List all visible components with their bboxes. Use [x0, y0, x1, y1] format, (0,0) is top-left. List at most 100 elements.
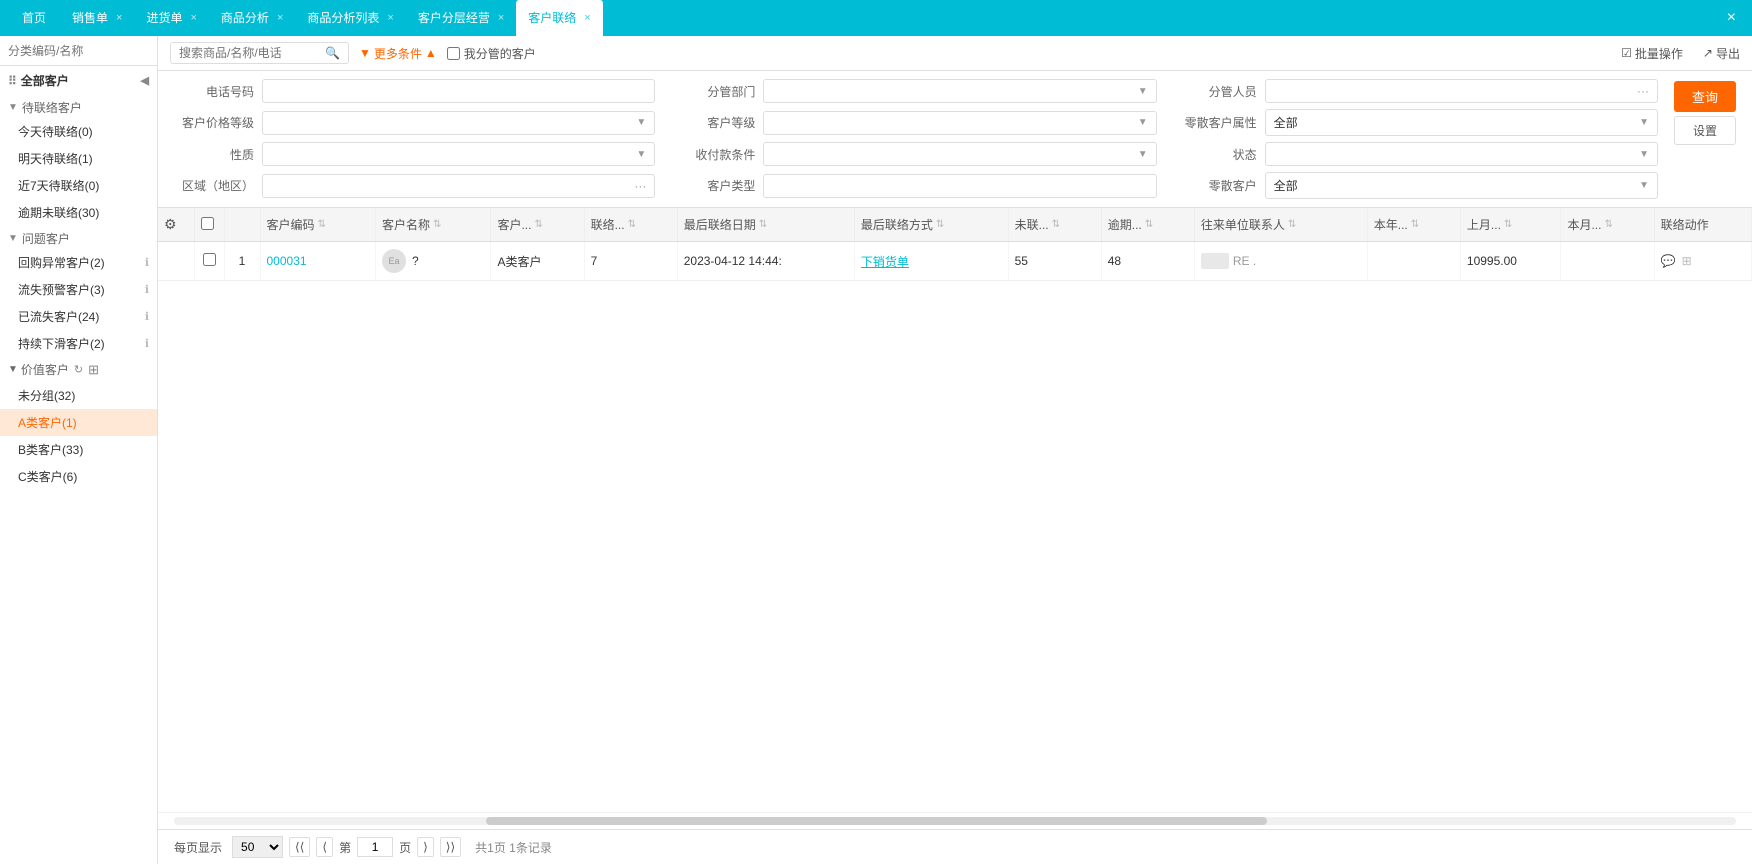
- my-customers-checkbox[interactable]: [447, 47, 460, 60]
- sort-unit-icon[interactable]: ⇅: [1288, 219, 1296, 230]
- sort-method-icon[interactable]: ⇅: [936, 219, 944, 230]
- customer-level-select[interactable]: ▼: [763, 111, 1156, 135]
- first-page-btn[interactable]: ⟨⟨: [289, 837, 310, 857]
- close-analysis-list-tab[interactable]: ×: [387, 0, 393, 36]
- sort-type-icon[interactable]: ⇅: [534, 219, 542, 230]
- sort-lastmonth-icon[interactable]: ⇅: [1504, 219, 1512, 230]
- close-customer-contact-tab[interactable]: ×: [584, 0, 590, 36]
- window-close-btn[interactable]: ×: [1719, 9, 1744, 27]
- sidebar-item-class-a[interactable]: A类客户(1): [0, 409, 157, 436]
- group-value-customers[interactable]: ▼ 价值客户 ↻ ⊞: [0, 357, 157, 382]
- add-group-icon[interactable]: ⊞: [88, 362, 99, 378]
- nav-tab-purchase[interactable]: 进货单 ×: [134, 0, 208, 36]
- filter-payment: 收付款条件 ▼: [675, 142, 1156, 166]
- sidebar-item-class-b[interactable]: B类客户(33): [0, 436, 157, 463]
- col-no-contact: 未联... ⇅: [1008, 208, 1101, 242]
- filter-search-btn[interactable]: 🔍: [325, 46, 340, 60]
- chat-icon[interactable]: 💬: [1661, 254, 1676, 268]
- export-icon: ↗: [1703, 46, 1713, 60]
- sidebar-item-declining[interactable]: 持续下滑客户(2) ℹ: [0, 330, 157, 357]
- payment-select[interactable]: ▼: [763, 142, 1156, 166]
- customer-type-input[interactable]: [763, 174, 1156, 198]
- all-customers-header[interactable]: ⠿ 全部客户 ◀: [0, 66, 157, 95]
- price-level-select[interactable]: ▼: [262, 111, 655, 135]
- settings-btn[interactable]: 设置: [1674, 116, 1736, 145]
- select-all-checkbox[interactable]: [201, 217, 214, 230]
- sidebar-item-churn-warning[interactable]: 流失预警客户(3) ℹ: [0, 276, 157, 303]
- retail-customer-select[interactable]: 全部 ▼: [1265, 172, 1658, 199]
- nature-select[interactable]: ▼: [262, 142, 655, 166]
- col-settings[interactable]: ⚙: [158, 208, 194, 242]
- table-settings-icon[interactable]: ⚙: [164, 216, 177, 232]
- manager-input[interactable]: ···: [1265, 79, 1658, 103]
- nature-label: 性质: [174, 146, 254, 163]
- col-last-month: 上月... ⇅: [1460, 208, 1561, 242]
- nav-home[interactable]: 首页: [8, 0, 60, 36]
- sidebar-search-input[interactable]: [8, 44, 158, 58]
- sort-contact-icon[interactable]: ⇅: [628, 219, 636, 230]
- sidebar: 🔍 ⠿ 全部客户 ◀ ▼ 待联络客户 今天待联络(0) 明天待联络(1) 近7天…: [0, 36, 158, 864]
- group-pending-contact[interactable]: ▼ 待联络客户: [0, 95, 157, 118]
- sidebar-item-class-c[interactable]: C类客户(6): [0, 463, 157, 490]
- region-dots[interactable]: ···: [634, 179, 646, 193]
- col-last-method: 最后联络方式 ⇅: [854, 208, 1008, 242]
- next-page-btn[interactable]: ⟩: [417, 837, 434, 857]
- collapse-icon[interactable]: ◀: [141, 74, 149, 87]
- sidebar-item-abnormal[interactable]: 回购异常客户(2) ℹ: [0, 249, 157, 276]
- col-this-year: 本年... ⇅: [1367, 208, 1460, 242]
- my-customers-checkbox-label[interactable]: 我分管的客户: [447, 45, 536, 62]
- prev-page-btn[interactable]: ⟨: [316, 837, 333, 857]
- nav-tab-sales[interactable]: 销售单 ×: [60, 0, 134, 36]
- sort-date-icon[interactable]: ⇅: [759, 219, 767, 230]
- status-select[interactable]: ▼: [1265, 142, 1658, 166]
- sidebar-item-7days[interactable]: 近7天待联络(0): [0, 172, 157, 199]
- refresh-icon[interactable]: ↻: [74, 363, 83, 376]
- row-checkbox-cell[interactable]: [194, 242, 224, 281]
- export-btn[interactable]: ↗ 导出: [1703, 45, 1740, 62]
- nav-tab-analysis-list[interactable]: 商品分析列表 ×: [295, 0, 405, 36]
- group-problem-customers[interactable]: ▼ 问题客户: [0, 226, 157, 249]
- nav-tab-customer-mgmt[interactable]: 客户分层经营 ×: [406, 0, 516, 36]
- sidebar-item-churned[interactable]: 已流失客户(24) ℹ: [0, 303, 157, 330]
- query-btn[interactable]: 查询: [1674, 81, 1736, 112]
- filter-manager: 分管人员 ···: [1177, 79, 1658, 103]
- sort-thismonth-icon[interactable]: ⇅: [1604, 219, 1612, 230]
- scrollbar-thumb[interactable]: [486, 817, 1267, 825]
- status-label: 状态: [1177, 146, 1257, 163]
- sort-code-icon[interactable]: ⇅: [318, 219, 326, 230]
- sort-name-icon[interactable]: ⇅: [433, 219, 441, 230]
- dept-select[interactable]: ▼: [763, 79, 1156, 103]
- nature-arrow: ▼: [636, 149, 646, 160]
- phone-input[interactable]: [262, 79, 655, 103]
- row-code[interactable]: 000031: [260, 242, 375, 281]
- page-input[interactable]: [357, 837, 393, 857]
- sort-year-icon[interactable]: ⇅: [1411, 219, 1419, 230]
- col-checkbox-header[interactable]: [194, 208, 224, 242]
- row-last-method[interactable]: 下销货单: [854, 242, 1008, 281]
- per-page-select[interactable]: 50 100 200: [232, 836, 283, 858]
- close-sales-tab[interactable]: ×: [116, 0, 122, 36]
- batch-op-btn[interactable]: ☑ 批量操作: [1621, 45, 1683, 62]
- close-purchase-tab[interactable]: ×: [190, 0, 196, 36]
- manager-dots[interactable]: ···: [1637, 84, 1649, 98]
- retail-attr-select[interactable]: 全部 ▼: [1265, 109, 1658, 136]
- row-checkbox[interactable]: [203, 253, 216, 266]
- close-analysis-tab[interactable]: ×: [277, 0, 283, 36]
- sidebar-item-ungrouped[interactable]: 未分组(32): [0, 382, 157, 409]
- nav-tab-analysis[interactable]: 商品分析 ×: [209, 0, 295, 36]
- last-method-link[interactable]: 下销货单: [861, 255, 909, 269]
- nav-tab-customer-contact[interactable]: 客户联络 ×: [516, 0, 602, 36]
- last-page-btn[interactable]: ⟩⟩: [440, 837, 461, 857]
- sidebar-item-tomorrow[interactable]: 明天待联络(1): [0, 145, 157, 172]
- filter-retail-customer: 零散客户 全部 ▼: [1177, 172, 1658, 199]
- more-conditions-btn[interactable]: ▼ 更多条件 ▲: [359, 45, 437, 62]
- grid-icon[interactable]: ⊞: [1682, 254, 1692, 268]
- close-customer-mgmt-tab[interactable]: ×: [498, 0, 504, 36]
- sidebar-item-overdue[interactable]: 逾期未联络(30): [0, 199, 157, 226]
- sort-nocontact-icon[interactable]: ⇅: [1052, 219, 1060, 230]
- filter-search-input[interactable]: [179, 46, 319, 60]
- region-input[interactable]: ···: [262, 174, 655, 198]
- row-overdue: 48: [1101, 242, 1194, 281]
- sort-overdue-icon[interactable]: ⇅: [1145, 219, 1153, 230]
- sidebar-item-today[interactable]: 今天待联络(0): [0, 118, 157, 145]
